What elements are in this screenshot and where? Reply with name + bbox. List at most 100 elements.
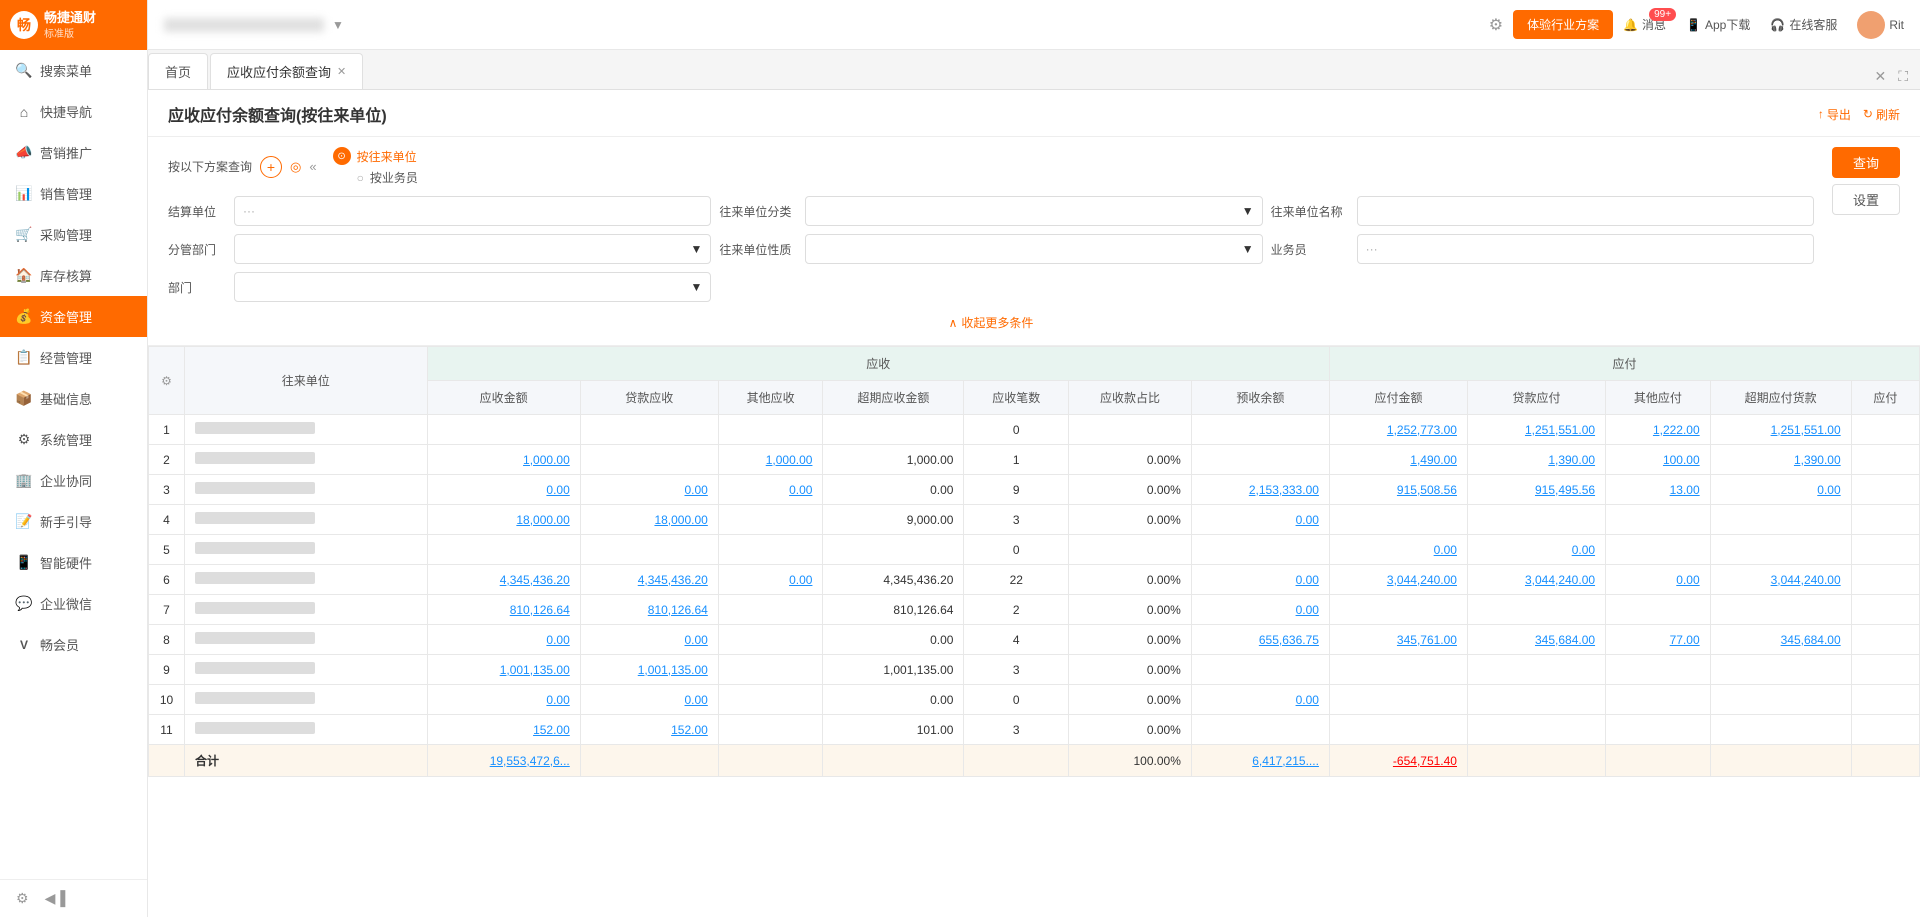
th-recv-prepaid: 预收余额 [1191,381,1329,415]
sidebar-bottom: ⚙ ◀▐ [0,879,147,917]
logo-text: 畅捷通财 标准版 [44,10,96,41]
chevron-down-icon: ▼ [1242,204,1254,218]
sidebar-item-operations[interactable]: 📋 经营管理 [0,337,147,378]
user-name: Rit [1889,18,1904,32]
sidebar-item-search[interactable]: 🔍 搜索菜单 [0,50,147,91]
table-area: ⚙ 往来单位 应收 应付 应收金额 贷款应收 其他应收 超期应收金额 应收笔数 … [148,346,1920,917]
department-select[interactable]: ▼ [234,272,711,302]
filter-employee-label: 按业务员 [370,169,418,186]
tab-receivable-label: 应收应付余额查询 [227,62,331,81]
sidebar-item-basic-info[interactable]: 📦 基础信息 [0,378,147,419]
partner-name-cell [185,415,428,445]
sidebar-item-wechat[interactable]: 💬 企业微信 [0,583,147,624]
refresh-link[interactable]: ↻ 刷新 [1863,106,1900,123]
partner-category-select[interactable]: ▼ [805,196,1262,226]
home-icon: ⌂ [16,104,32,120]
filter-add-button[interactable]: + [260,156,282,178]
basic-info-icon: 📦 [16,391,32,407]
total-pay-amount[interactable]: -654,751.40 [1329,745,1467,777]
th-pay-extra: 应付 [1851,381,1919,415]
th-recv-overdue: 超期应收金额 [823,381,964,415]
total-recv-amount[interactable]: 19,553,472,6... [427,745,580,777]
bell-icon: 🔔 [1623,18,1638,32]
partner-name-cell [185,445,428,475]
filter-dept: 分管部门 ▼ [168,234,711,264]
dept-select[interactable]: ▼ [234,234,711,264]
sidebar-item-sales[interactable]: 📊 销售管理 [0,173,147,214]
inventory-icon: 🏠 [16,268,32,284]
th-pay-amount: 应付金额 [1329,381,1467,415]
filter-bar: 按以下方案查询 + ◎ « ⊙ 按往来单位 ○ 按业务员 [168,147,1814,186]
table-row: 21,000.001,000.001,000.0010.00%1,490.001… [149,445,1920,475]
total-recv-prepaid[interactable]: 6,417,215.... [1191,745,1329,777]
page-header-actions: ↑ 导出 ↻ 刷新 [1818,106,1900,123]
partner-name-input[interactable] [1357,196,1814,226]
promo-button[interactable]: 体验行业方案 [1513,10,1613,39]
user-avatar-area[interactable]: Rit [1857,11,1904,39]
settings-bottom-icon[interactable]: ⚙ [16,890,29,907]
sidebar-item-finance[interactable]: 💰 资金管理 [0,296,147,337]
th-recv-count: 应收笔数 [964,381,1069,415]
smart-hw-icon: 📱 [16,555,32,571]
table-settings-icon[interactable]: ⚙ [161,374,172,388]
partner-nature-select[interactable]: ▼ [805,234,1262,264]
service-icon: 🎧 [1770,18,1785,32]
th-settings[interactable]: ⚙ [149,347,185,415]
tab-close-icon[interactable]: ✕ [337,65,346,78]
table-row: 30.000.000.000.0090.00%2,153,333.00915,5… [149,475,1920,505]
salesperson-label: 业务员 [1271,241,1351,258]
th-recv-other: 其他应收 [718,381,823,415]
app-download-link[interactable]: 📱 App下载 [1686,16,1750,33]
th-pay-overdue: 超期应付货款 [1710,381,1851,415]
collapse-filter-button[interactable]: ∧ 收起更多条件 [949,314,1034,331]
filter-target-icon[interactable]: ◎ [290,159,301,175]
salesperson-input[interactable]: ··· [1357,234,1814,264]
sidebar-item-enterprise[interactable]: 🏢 企业协同 [0,460,147,501]
filter-department: 部门 ▼ [168,272,711,302]
sidebar-item-member[interactable]: V 畅会员 [0,624,147,665]
tab-home[interactable]: 首页 [148,53,208,89]
sidebar-item-smart-hw[interactable]: 📱 智能硬件 [0,542,147,583]
online-service-link[interactable]: 🎧 在线客服 [1770,16,1837,33]
total-no [149,745,185,777]
page-content: 应收应付余额查询(按往来单位) ↑ 导出 ↻ 刷新 按以 [148,90,1920,917]
th-pay-other: 其他应付 [1606,381,1711,415]
filter-by-employee[interactable]: ○ 按业务员 [357,169,418,186]
sidebar-item-guide[interactable]: 📝 新手引导 [0,501,147,542]
filter-collapse-icon[interactable]: « [309,159,316,174]
tabs-bar: 首页 应收应付余额查询 ✕ ✕ ⛶ [148,50,1920,90]
system-icon: ⚙ [16,432,32,448]
filter-partner-icon: ⊙ [333,147,351,165]
collapse-sidebar-icon[interactable]: ◀▐ [45,890,66,907]
filter-by-partner[interactable]: ⊙ 按往来单位 [333,147,418,165]
department-label: 部门 [168,279,228,296]
total-recv-ratio: 100.00% [1069,745,1192,777]
table-row: 500.000.00 [149,535,1920,565]
settings-button[interactable]: 设置 [1832,184,1900,215]
wechat-icon: 💬 [16,596,32,612]
sidebar-item-purchase[interactable]: 🛒 采购管理 [0,214,147,255]
tab-close-all-icon[interactable]: ✕ [1870,64,1890,89]
header-right: 🔔 消息 99+ 📱 App下载 🎧 在线客服 Rit [1623,11,1904,39]
header-gear-icon[interactable]: ⚙ [1489,15,1503,35]
filter-partner-label: 按往来单位 [357,148,417,165]
notification-bell[interactable]: 🔔 消息 99+ [1623,16,1666,33]
guide-icon: 📝 [16,514,32,530]
page-title: 应收应付余额查询(按往来单位) [168,102,387,126]
collapse-icon: ∧ [949,316,958,330]
export-link[interactable]: ↑ 导出 [1818,106,1851,123]
table-row: 91,001,135.001,001,135.001,001,135.0030.… [149,655,1920,685]
dropdown-icon[interactable]: ▼ [332,18,344,32]
export-icon: ↑ [1818,107,1824,121]
tab-expand-icon[interactable]: ⛶ [1894,64,1912,89]
sidebar-item-inventory[interactable]: 🏠 库存核算 [0,255,147,296]
chevron-down-icon3: ▼ [1242,242,1254,256]
tab-receivable[interactable]: 应收应付余额查询 ✕ [210,53,363,89]
filter-fields: 结算单位 ··· 往来单位分类 ▼ [168,196,1814,302]
settlement-input[interactable]: ··· [234,196,711,226]
th-recv-amount: 应收金额 [427,381,580,415]
sidebar-item-system[interactable]: ⚙ 系统管理 [0,419,147,460]
sidebar-item-marketing[interactable]: 📣 营销推广 [0,132,147,173]
query-button[interactable]: 查询 [1832,147,1900,178]
sidebar-item-quick-nav[interactable]: ⌂ 快捷导航 [0,91,147,132]
